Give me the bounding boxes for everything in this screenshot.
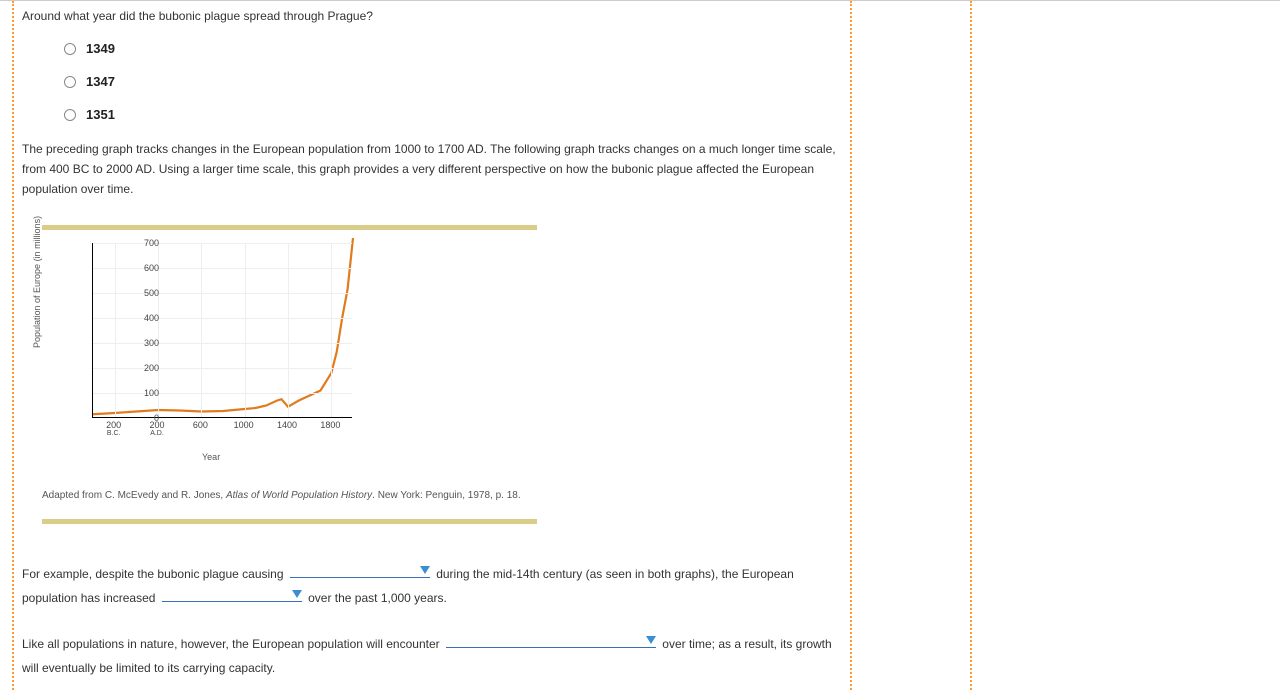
y-tick: 100 — [129, 388, 159, 398]
x-axis-label: Year — [202, 452, 220, 462]
fill-text: Like all populations in nature, however,… — [22, 637, 443, 651]
x-tick: 1000 — [229, 421, 259, 430]
citation-title: Atlas of World Population History — [226, 490, 372, 501]
x-tick: 1400 — [272, 421, 302, 430]
y-tick: 200 — [129, 363, 159, 373]
chart-block: Population of Europe (in millions) Year … — [22, 225, 522, 524]
chevron-down-icon — [420, 566, 430, 574]
dropdown-blank-3[interactable] — [446, 634, 656, 648]
chevron-down-icon — [646, 636, 656, 644]
citation-pre: Adapted from C. McEvedy and R. Jones, — [42, 490, 226, 501]
divider-bottom — [42, 519, 537, 524]
dropdown-blank-1[interactable] — [290, 564, 430, 578]
fill-paragraph-1: For example, despite the bubonic plague … — [22, 562, 842, 610]
option-label: 1349 — [86, 41, 115, 56]
fill-text: over the past 1,000 years. — [308, 591, 447, 605]
option-label: 1351 — [86, 107, 115, 122]
x-tick: 200A.D. — [142, 421, 172, 437]
question-text: Around what year did the bubonic plague … — [22, 9, 842, 23]
column-divider-right — [970, 1, 972, 690]
option-label: 1347 — [86, 74, 115, 89]
radio-icon — [64, 109, 76, 121]
answer-options: 1349 1347 1351 — [64, 41, 842, 122]
x-tick: 600 — [185, 421, 215, 430]
dropdown-blank-2[interactable] — [162, 588, 302, 602]
page: Around what year did the bubonic plague … — [0, 0, 1280, 690]
y-tick: 400 — [129, 313, 159, 323]
chevron-down-icon — [292, 590, 302, 598]
y-tick: 300 — [129, 338, 159, 348]
y-tick: 600 — [129, 263, 159, 273]
option-1347[interactable]: 1347 — [64, 74, 842, 89]
y-tick: 500 — [129, 288, 159, 298]
radio-icon — [64, 43, 76, 55]
fill-text: For example, despite the bubonic plague … — [22, 567, 287, 581]
x-tick: 200B.C. — [99, 421, 129, 437]
option-1351[interactable]: 1351 — [64, 107, 842, 122]
option-1349[interactable]: 1349 — [64, 41, 842, 56]
fill-paragraph-2: Like all populations in nature, however,… — [22, 632, 842, 680]
divider-top — [42, 225, 537, 230]
main-content-column: Around what year did the bubonic plague … — [12, 1, 852, 690]
citation-post: . New York: Penguin, 1978, p. 18. — [372, 490, 520, 501]
y-tick: 700 — [129, 238, 159, 248]
population-chart: Population of Europe (in millions) Year … — [42, 238, 372, 458]
x-tick: 1800 — [315, 421, 345, 430]
radio-icon — [64, 76, 76, 88]
y-axis-label: Population of Europe (in millions) — [32, 216, 42, 348]
intro-paragraph: The preceding graph tracks changes in th… — [22, 140, 842, 199]
chart-citation: Adapted from C. McEvedy and R. Jones, At… — [42, 490, 522, 501]
